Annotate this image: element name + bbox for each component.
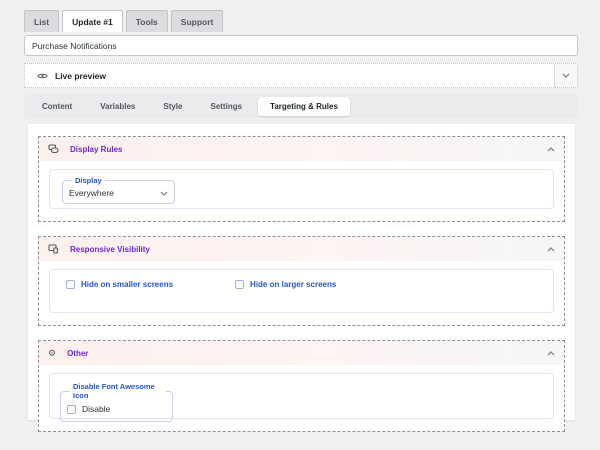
chevron-up-icon[interactable] (547, 246, 555, 252)
live-preview-toggle[interactable] (554, 64, 577, 87)
display-rules-section: Display Rules Display Everywhere (38, 136, 565, 222)
tab-list[interactable]: List (24, 10, 60, 32)
eye-icon (37, 72, 48, 80)
tab-targeting-rules[interactable]: Targeting & Rules (258, 96, 350, 116)
display-select[interactable]: Display Everywhere (62, 176, 175, 204)
devices-icon (48, 244, 59, 254)
tab-tools[interactable]: Tools (125, 10, 168, 32)
other-title: Other (67, 348, 89, 358)
gear-icon: ⚙ (48, 347, 57, 358)
tab-style[interactable]: Style (151, 97, 194, 116)
tab-update[interactable]: Update #1 (62, 10, 123, 32)
responsive-visibility-inner: Hide on smaller screens Hide on larger s… (49, 269, 554, 313)
disable-fa-fieldset: Disable Font Awesome Icon Disable (60, 382, 173, 422)
hide-smaller-screens-label: Hide on smaller screens (81, 280, 174, 289)
hide-larger-screens-checkbox[interactable]: Hide on larger screens (235, 280, 336, 289)
responsive-visibility-section: Responsive Visibility Hide on smaller sc… (38, 236, 565, 326)
hide-larger-screens-label: Hide on larger screens (250, 280, 337, 289)
disable-fa-legend: Disable Font Awesome Icon (73, 382, 155, 400)
live-preview-label: Live preview (55, 70, 107, 81)
responsive-visibility-header[interactable]: Responsive Visibility (39, 237, 564, 261)
display-select-label: Display (75, 176, 102, 185)
other-header[interactable]: ⚙ Other (39, 341, 564, 365)
settings-tab-bar: Content Variables Style Settings Targeti… (24, 94, 578, 118)
checkbox-icon (67, 404, 76, 414)
hide-smaller-screens-checkbox[interactable]: Hide on smaller screens (66, 280, 173, 289)
top-tab-bar: List Update #1 Tools Support (0, 0, 600, 32)
targeting-rules-panel: Display Rules Display Everywhere Respons… (28, 124, 575, 432)
checkbox-icon (235, 280, 245, 289)
display-rules-inner: Display Everywhere (49, 169, 554, 209)
responsive-visibility-title: Responsive Visibility (70, 244, 150, 254)
chevron-down-icon (160, 191, 168, 196)
live-preview-bar[interactable]: Live preview (24, 63, 578, 88)
other-inner: Disable Font Awesome Icon Disable (49, 373, 554, 422)
tab-support[interactable]: Support (170, 10, 224, 32)
chevron-up-icon[interactable] (547, 350, 555, 356)
display-rules-title: Display Rules (70, 144, 123, 154)
display-rules-icon (48, 144, 59, 154)
chevron-down-icon (562, 73, 570, 78)
notification-title-input[interactable] (24, 35, 578, 56)
live-preview-left: Live preview (25, 71, 554, 81)
disable-fa-checkbox[interactable]: Disable (67, 403, 166, 416)
disable-fa-label: Disable (82, 404, 111, 414)
title-input-wrap (0, 32, 600, 56)
tab-content[interactable]: Content (30, 97, 84, 116)
other-section: ⚙ Other Disable Font Awesome Icon Disabl… (38, 340, 565, 432)
tab-variables[interactable]: Variables (88, 97, 147, 116)
other-body: Disable Font Awesome Icon Disable (39, 365, 564, 431)
responsive-visibility-body: Hide on smaller screens Hide on larger s… (39, 261, 564, 325)
tab-settings[interactable]: Settings (198, 97, 254, 116)
display-rules-body: Display Everywhere (39, 161, 564, 221)
checkbox-icon (66, 280, 75, 289)
display-rules-header[interactable]: Display Rules (39, 137, 564, 161)
chevron-up-icon[interactable] (547, 146, 555, 152)
display-select-value: Everywhere (69, 188, 114, 198)
